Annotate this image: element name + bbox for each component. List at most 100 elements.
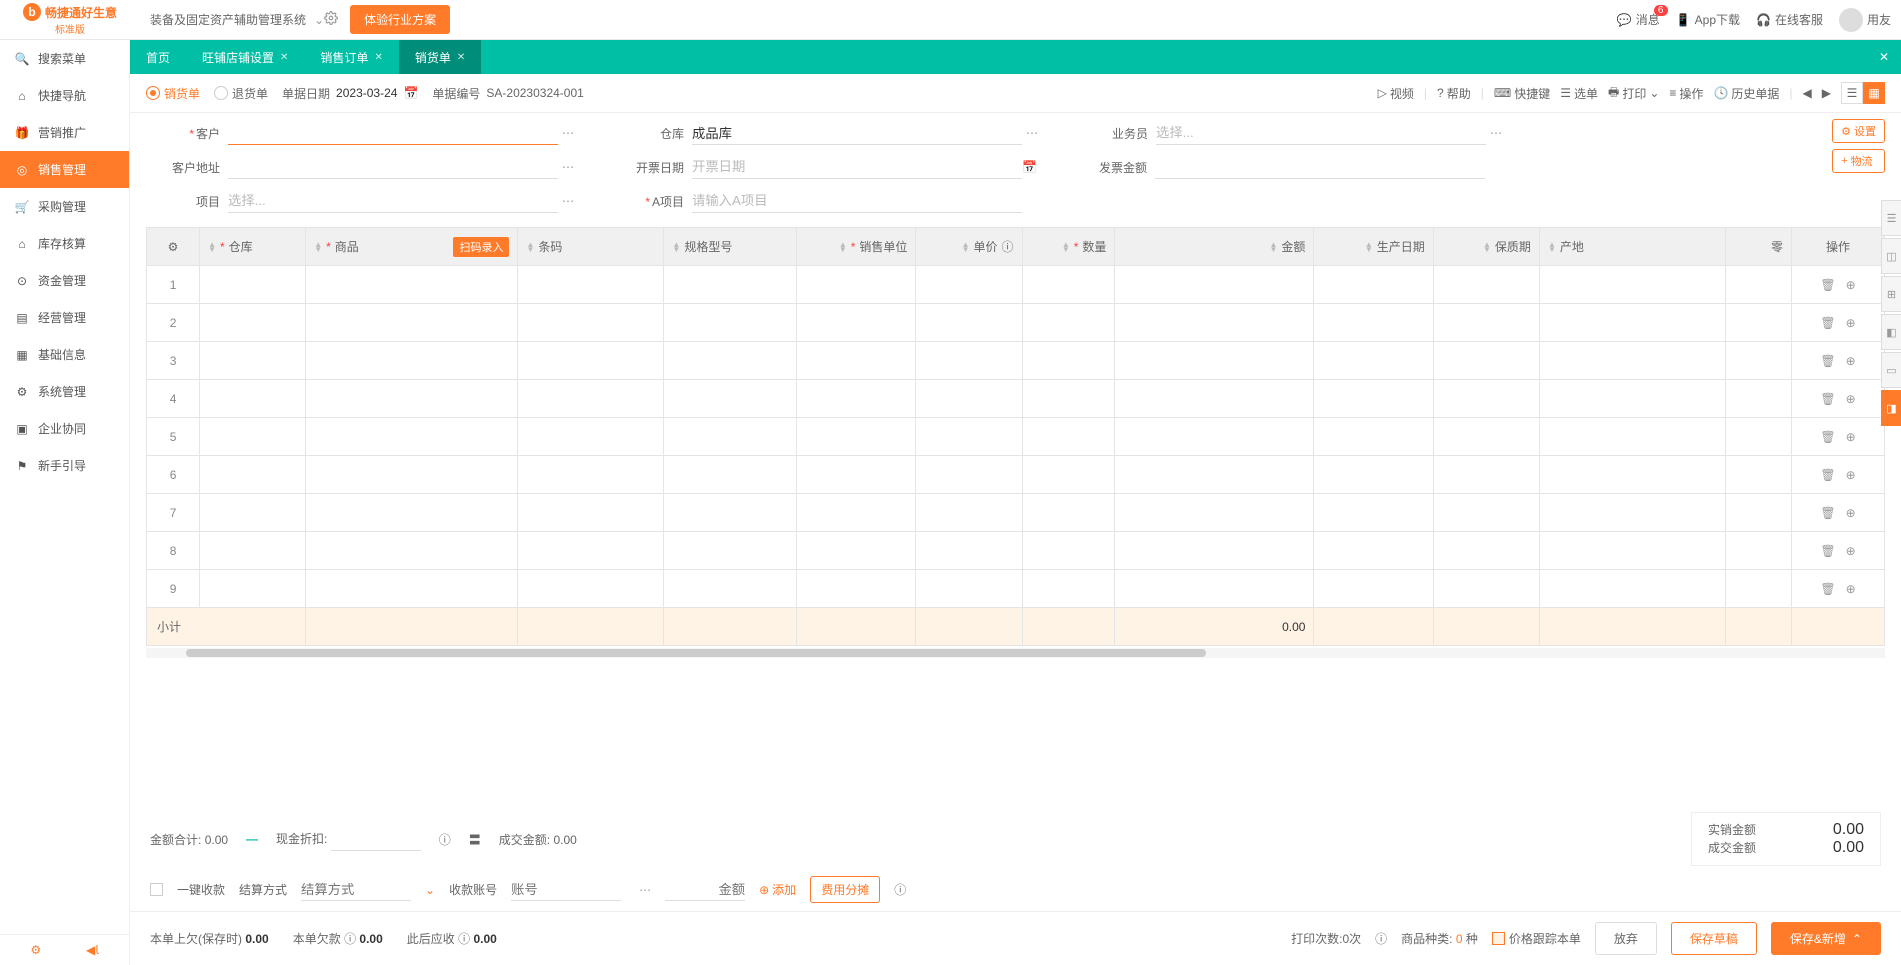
cell[interactable]	[306, 304, 518, 342]
cell[interactable]	[916, 342, 1022, 380]
cell[interactable]	[664, 380, 797, 418]
delete-icon[interactable]: 🗑	[1820, 392, 1835, 406]
prev-doc-icon[interactable]: ◀	[1803, 86, 1812, 100]
print-link[interactable]: 🖶打印⌄	[1608, 83, 1659, 104]
price-track-checkbox[interactable]: 价格跟踪本单	[1492, 930, 1581, 947]
experience-button[interactable]: 体验行业方案	[350, 5, 450, 34]
col-qty[interactable]: ▲▼*数量	[1022, 228, 1115, 266]
cell[interactable]	[1539, 532, 1725, 570]
sidebar-item-sale[interactable]: ◎销售管理	[0, 151, 129, 188]
project-input[interactable]	[228, 189, 558, 213]
copy-icon[interactable]: ⊕	[1846, 468, 1856, 482]
discount-input[interactable]	[331, 827, 421, 851]
copy-icon[interactable]: ⊕	[1846, 354, 1856, 368]
date-value[interactable]: 2023-03-24	[336, 86, 397, 100]
sidebar-item-collab[interactable]: ▣企业协同	[0, 410, 129, 447]
cell[interactable]	[1725, 418, 1791, 456]
calendar-icon[interactable]: 📅	[403, 86, 418, 100]
sidebar-item-money[interactable]: ⊙资金管理	[0, 262, 129, 299]
col-amount[interactable]: ▲▼金额	[1115, 228, 1314, 266]
video-link[interactable]: ▷视频	[1378, 85, 1414, 102]
close-icon[interactable]: ✕	[374, 52, 382, 63]
table-row[interactable]: 5🗑⊕	[147, 418, 1885, 456]
cell[interactable]	[664, 494, 797, 532]
cell[interactable]	[1115, 266, 1314, 304]
cell[interactable]	[1022, 418, 1115, 456]
table-row[interactable]: 2🗑⊕	[147, 304, 1885, 342]
next-doc-icon[interactable]: ▶	[1822, 86, 1831, 100]
cell[interactable]	[664, 266, 797, 304]
horizontal-scrollbar[interactable]	[146, 648, 1885, 658]
cell[interactable]	[200, 456, 306, 494]
account-input[interactable]	[511, 879, 621, 901]
rail-item[interactable]: ⊞	[1881, 276, 1901, 312]
col-gear[interactable]: ⚙	[147, 228, 200, 266]
cell[interactable]	[916, 266, 1022, 304]
calendar-icon[interactable]: 📅	[1022, 160, 1037, 174]
sidebar-collapse-icon[interactable]: ◀𝗅	[86, 943, 99, 957]
cell[interactable]	[1314, 342, 1433, 380]
cell[interactable]	[518, 380, 664, 418]
cell[interactable]	[1314, 304, 1433, 342]
cell[interactable]	[518, 570, 664, 608]
cell[interactable]	[1022, 342, 1115, 380]
delete-icon[interactable]: 🗑	[1820, 506, 1835, 520]
copy-icon[interactable]: ⊕	[1846, 316, 1856, 330]
select-doc-link[interactable]: ☰选单	[1560, 85, 1598, 102]
cell[interactable]	[1115, 494, 1314, 532]
radio-return[interactable]: 退货单	[214, 85, 268, 102]
a-project-input[interactable]	[692, 189, 1022, 213]
cell[interactable]	[518, 456, 664, 494]
col-prod-date[interactable]: ▲▼生产日期	[1314, 228, 1433, 266]
cell[interactable]	[1433, 418, 1539, 456]
invoice-amount-input[interactable]	[1155, 155, 1485, 179]
cell[interactable]	[518, 494, 664, 532]
cell[interactable]	[1725, 570, 1791, 608]
cell[interactable]	[306, 342, 518, 380]
cell[interactable]	[916, 532, 1022, 570]
cell[interactable]	[1022, 456, 1115, 494]
cell[interactable]	[1115, 456, 1314, 494]
cell[interactable]	[306, 418, 518, 456]
more-icon[interactable]: ⋯	[639, 883, 651, 897]
delete-icon[interactable]: 🗑	[1820, 544, 1835, 558]
cell[interactable]	[1433, 304, 1539, 342]
sidebar-item-guide[interactable]: ⚑新手引导	[0, 447, 129, 484]
cell[interactable]	[664, 570, 797, 608]
save-new-button[interactable]: 保存&新增⌃	[1771, 922, 1881, 955]
cell[interactable]	[1314, 532, 1433, 570]
settle-select[interactable]	[301, 879, 411, 901]
cell[interactable]	[1433, 532, 1539, 570]
cell[interactable]	[664, 342, 797, 380]
delete-icon[interactable]: 🗑	[1820, 430, 1835, 444]
cell[interactable]	[306, 456, 518, 494]
cell[interactable]	[664, 304, 797, 342]
history-link[interactable]: 🕓历史单据	[1713, 85, 1779, 102]
table-row[interactable]: 4🗑⊕	[147, 380, 1885, 418]
rail-item[interactable]: ◧	[1881, 314, 1901, 350]
invoice-date-input[interactable]	[692, 155, 1022, 179]
help-icon[interactable]: ⓘ	[458, 932, 470, 946]
cell[interactable]	[306, 532, 518, 570]
system-selector[interactable]: 装备及固定资产辅助管理系统 ⌄	[150, 11, 324, 28]
sidebar-item-info[interactable]: ▦基础信息	[0, 336, 129, 373]
cell[interactable]	[1725, 456, 1791, 494]
cell[interactable]	[797, 456, 916, 494]
cell[interactable]	[1115, 304, 1314, 342]
help-icon[interactable]: ⓘ	[894, 881, 906, 898]
user-menu[interactable]: 用友	[1839, 8, 1891, 32]
cell[interactable]	[200, 532, 306, 570]
cell[interactable]	[200, 494, 306, 532]
messages-button[interactable]: 💬 消息 6	[1617, 11, 1660, 28]
table-row[interactable]: 9🗑⊕	[147, 570, 1885, 608]
cell[interactable]	[200, 304, 306, 342]
cell[interactable]	[797, 266, 916, 304]
copy-icon[interactable]: ⊕	[1846, 582, 1856, 596]
cell[interactable]	[306, 266, 518, 304]
cell[interactable]	[1314, 266, 1433, 304]
cell[interactable]	[1314, 456, 1433, 494]
more-icon[interactable]: ⋯	[562, 160, 574, 174]
rail-item-active[interactable]: ◨	[1881, 390, 1901, 426]
cell[interactable]	[1539, 304, 1725, 342]
cell[interactable]	[1022, 304, 1115, 342]
